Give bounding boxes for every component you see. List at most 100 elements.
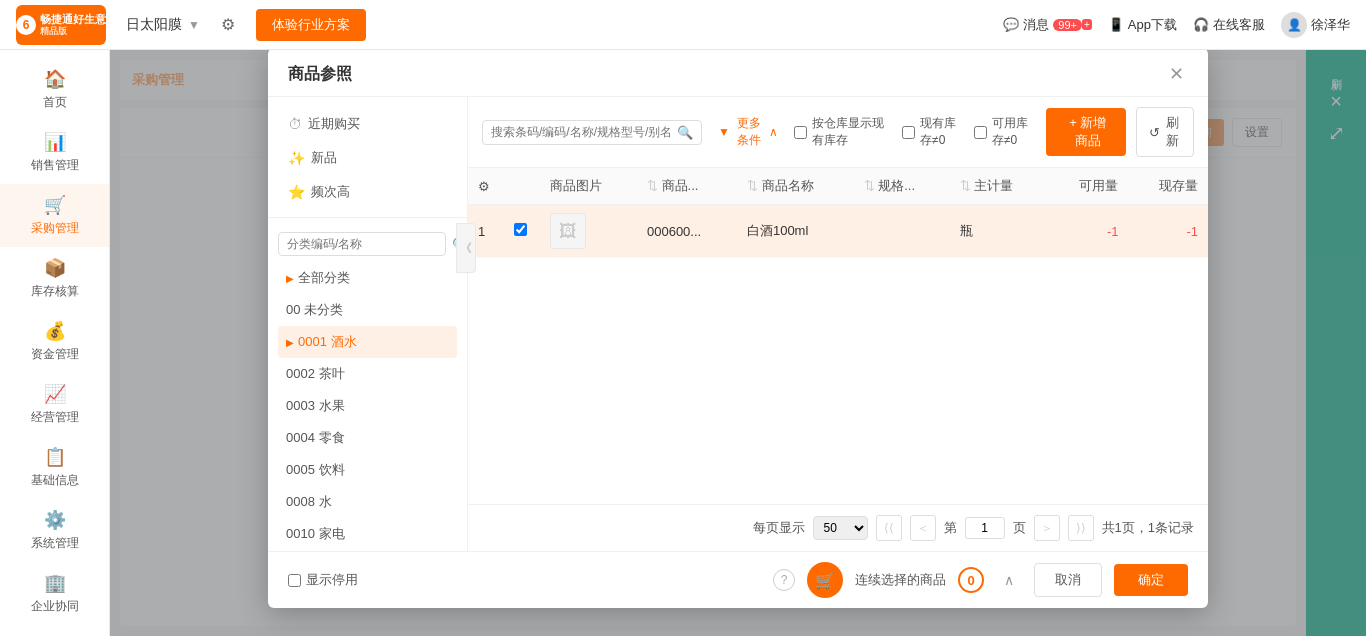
per-page-select[interactable]: 50 100 200: [813, 516, 868, 540]
nav-item-recent[interactable]: ⏱ 近期购买: [278, 107, 457, 141]
sidebar-item-sales[interactable]: 📊 销售管理: [0, 121, 109, 184]
help-icon[interactable]: ?: [773, 569, 795, 591]
category-item-appliance[interactable]: 0010 家电: [278, 518, 457, 541]
warehouse-stock-checkbox[interactable]: [794, 126, 807, 139]
finance-icon: 💰: [44, 320, 66, 342]
category-item-fruit[interactable]: 0003 水果: [278, 390, 457, 422]
current-stock-filter[interactable]: 现有库存≠0: [902, 115, 964, 149]
per-page-label: 每页显示: [753, 519, 805, 537]
search-submit-icon[interactable]: 🔍: [677, 125, 693, 140]
cancel-button[interactable]: 取消: [1034, 563, 1102, 597]
sort-icon-unit[interactable]: ⇅: [960, 178, 971, 193]
modal-toolbar: 🔍 ▼ 更多条件 ∧ 按仓库显示现有库存: [468, 97, 1208, 168]
system-icon: ⚙️: [44, 509, 66, 531]
content-area: 采购管理 查询 设置 刷新 × ⤢: [110, 50, 1366, 636]
table-row[interactable]: 1 🖼: [468, 205, 1208, 258]
category-item-beverage[interactable]: 0005 饮料: [278, 454, 457, 486]
sort-icon-name[interactable]: ⇅: [747, 178, 758, 193]
app-name: 畅捷通好生意: [40, 13, 106, 26]
cart-icon-button[interactable]: 🛒: [807, 562, 843, 598]
sidebar-item-purchase[interactable]: 🛒 采购管理: [0, 184, 109, 247]
category-item-all[interactable]: ▶ 全部分类: [278, 262, 457, 294]
cell-unit: 瓶: [950, 205, 1049, 258]
confirm-button[interactable]: 确定: [1114, 564, 1188, 596]
col-spec-label: 规格...: [878, 178, 915, 193]
last-page-button[interactable]: ⟩⟩: [1068, 515, 1094, 541]
filter-icon: ▼: [718, 125, 730, 139]
product-search-box[interactable]: 🔍: [482, 120, 702, 145]
app-download-nav-item[interactable]: 📱 App下载: [1108, 16, 1177, 34]
sidebar-item-enterprise[interactable]: 🏢 企业协同: [0, 562, 109, 625]
col-settings[interactable]: ⚙: [468, 168, 504, 205]
category-item-tea[interactable]: 0002 茶叶: [278, 358, 457, 390]
operations-icon: 📈: [44, 383, 66, 405]
refresh-button[interactable]: ↺ 刷新: [1136, 107, 1194, 157]
logo-icon: 6: [16, 15, 36, 35]
add-product-button[interactable]: + 新增商品: [1046, 108, 1126, 156]
category-label-liquor: 0001 酒水: [298, 333, 357, 351]
row-checkbox[interactable]: [514, 223, 527, 236]
user-nav-item[interactable]: 👤 徐泽华: [1281, 12, 1350, 38]
category-label-beverage: 0005 饮料: [286, 461, 345, 479]
top-navbar: 6 畅捷通好生意 精品版 日太阳膜 ▼ ⚙ 体验行业方案 💬 消息 99+ + …: [0, 0, 1366, 50]
store-selector[interactable]: 日太阳膜 ▼: [126, 16, 200, 34]
collapse-cart-icon[interactable]: ∧: [996, 567, 1022, 593]
table-header: ⚙ 商品图片 ⇅ 商品...: [468, 168, 1208, 205]
sidebar-label-basic-info: 基础信息: [31, 472, 79, 489]
current-stock-checkbox[interactable]: [902, 126, 915, 139]
prev-page-button[interactable]: ＜: [910, 515, 936, 541]
warehouse-stock-label: 按仓库显示现有库存: [812, 115, 892, 149]
nav-item-new[interactable]: ✨ 新品: [278, 141, 457, 175]
sort-icon-code[interactable]: ⇅: [647, 178, 658, 193]
category-item-water[interactable]: 0008 水: [278, 486, 457, 518]
first-page-button[interactable]: ⟨⟨: [876, 515, 902, 541]
col-image-label: 商品图片: [550, 178, 602, 193]
available-stock-checkbox[interactable]: [974, 126, 987, 139]
category-label-water: 0008 水: [286, 493, 332, 511]
sidebar-item-inventory[interactable]: 📦 库存核算: [0, 247, 109, 310]
category-item-unclassified[interactable]: 00 未分类: [278, 294, 457, 326]
category-search-area: 🔍: [268, 232, 467, 256]
page-number-input[interactable]: [965, 517, 1005, 539]
cell-checkbox[interactable]: [504, 205, 540, 258]
customer-service-nav-item[interactable]: 🎧 在线客服: [1193, 16, 1265, 34]
basic-info-icon: 📋: [44, 446, 66, 468]
modal-close-button[interactable]: ✕: [1164, 62, 1188, 86]
refresh-icon: ↺: [1149, 125, 1160, 140]
sidebar-item-home[interactable]: 🏠 首页: [0, 58, 109, 121]
messages-nav-item[interactable]: 💬 消息 99+ +: [1003, 16, 1092, 34]
category-search-input[interactable]: [278, 232, 446, 256]
col-stock: 现存量: [1128, 168, 1208, 205]
show-disabled-filter[interactable]: 显示停用: [288, 571, 358, 589]
collapse-panel-button[interactable]: 《: [456, 223, 476, 273]
app-edition: 精品版: [40, 26, 106, 37]
sidebar-item-system[interactable]: ⚙️ 系统管理: [0, 499, 109, 562]
product-search-input[interactable]: [491, 125, 671, 139]
category-item-liquor[interactable]: ▶ 0001 酒水: [278, 326, 457, 358]
col-available: 可用量: [1049, 168, 1128, 205]
show-disabled-label: 显示停用: [306, 571, 358, 589]
sidebar-item-guide[interactable]: 🔰 新手引导: [0, 625, 109, 636]
nav-item-frequent[interactable]: ⭐ 频次高: [278, 175, 457, 209]
warehouse-stock-filter[interactable]: 按仓库显示现有库存: [794, 115, 892, 149]
headset-icon: 🎧: [1193, 17, 1209, 32]
nav-label-recent: 近期购买: [308, 115, 360, 133]
category-item-snack[interactable]: 0004 零食: [278, 422, 457, 454]
settings-icon[interactable]: ⚙: [212, 9, 244, 41]
available-stock-filter[interactable]: 可用库存≠0: [974, 115, 1036, 149]
trial-cta-button[interactable]: 体验行业方案: [256, 9, 366, 41]
sidebar-item-basic-info[interactable]: 📋 基础信息: [0, 436, 109, 499]
category-label: 00 未分类: [286, 301, 343, 319]
sidebar-label-purchase: 采购管理: [31, 220, 79, 237]
modal-right-panel: 🔍 ▼ 更多条件 ∧ 按仓库显示现有库存: [468, 97, 1208, 551]
show-disabled-checkbox[interactable]: [288, 574, 301, 587]
sort-icon-spec[interactable]: ⇅: [864, 178, 875, 193]
sidebar-item-operations[interactable]: 📈 经营管理: [0, 373, 109, 436]
col-checkbox: [504, 168, 540, 205]
sidebar-item-finance[interactable]: 💰 资金管理: [0, 310, 109, 373]
more-filters-button[interactable]: ▼ 更多条件 ∧: [712, 111, 784, 153]
col-stock-label: 现存量: [1159, 178, 1198, 193]
sidebar-label-home: 首页: [43, 94, 67, 111]
next-page-button[interactable]: ＞: [1034, 515, 1060, 541]
messages-badge: 99+: [1053, 19, 1082, 31]
